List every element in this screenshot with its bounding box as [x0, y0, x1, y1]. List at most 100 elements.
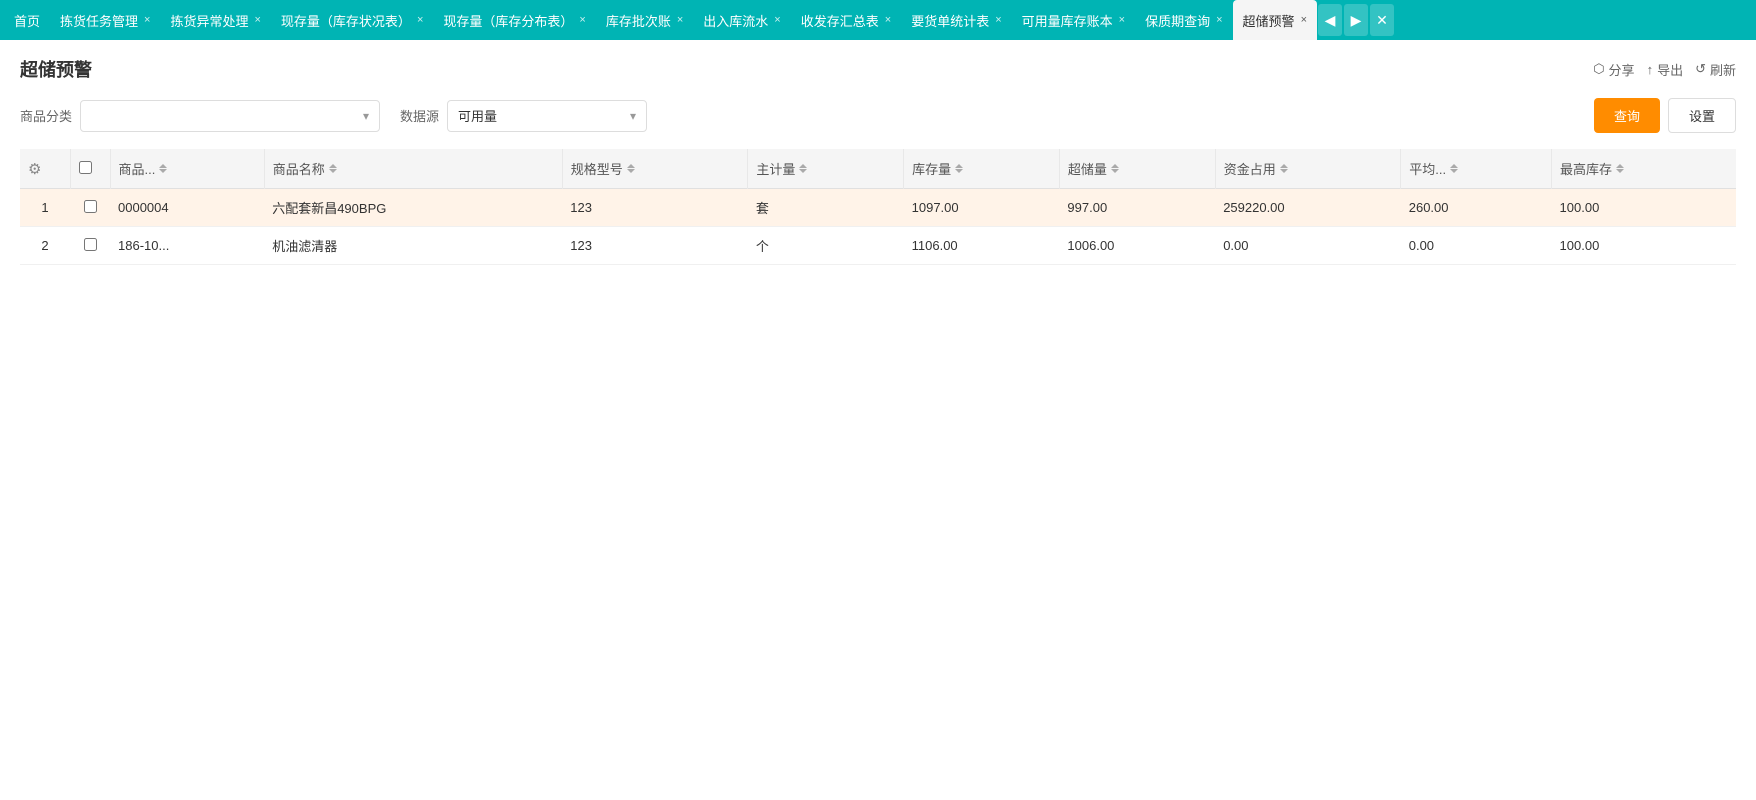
close-icon[interactable]: ×: [1119, 14, 1125, 26]
sort-icon: [955, 164, 963, 173]
page-title-row: 超储预警 ⬡ 分享 ↑ 导出 ↺ 刷新: [20, 56, 1736, 82]
close-icon[interactable]: ×: [677, 14, 683, 26]
close-icon[interactable]: ×: [417, 14, 423, 26]
nav-tab-label: 要货单统计表: [911, 11, 989, 30]
row-spec: 123: [562, 189, 748, 227]
row-name: 六配套新昌490BPG: [264, 189, 562, 227]
sort-icon: [1450, 164, 1458, 173]
export-button[interactable]: ↑ 导出: [1647, 60, 1684, 79]
close-icon[interactable]: ×: [254, 14, 260, 26]
row-max: 100.00: [1552, 227, 1736, 265]
th-name[interactable]: 商品名称: [264, 149, 562, 189]
page-title: 超储预警: [20, 56, 92, 82]
nav-tab-10[interactable]: 保质期查询 ×: [1135, 0, 1232, 40]
row-checkbox[interactable]: [84, 238, 97, 251]
query-button[interactable]: 查询: [1594, 98, 1660, 133]
nav-tab-1[interactable]: 拣货任务管理 ×: [50, 0, 160, 40]
datasource-label: 数据源: [400, 106, 439, 125]
nav-tab-label: 现存量（库存状况表）: [281, 11, 411, 30]
select-all-checkbox[interactable]: [79, 161, 92, 174]
close-icon[interactable]: ×: [144, 14, 150, 26]
refresh-button[interactable]: ↺ 刷新: [1695, 60, 1736, 79]
right-buttons: 查询 设置: [1594, 98, 1736, 133]
th-code[interactable]: 商品...: [110, 149, 264, 189]
nav-prev-button[interactable]: ◀: [1318, 4, 1342, 36]
nav-tab-3[interactable]: 现存量（库存状况表） ×: [271, 0, 433, 40]
nav-tab-8[interactable]: 要货单统计表 ×: [901, 0, 1011, 40]
close-icon[interactable]: ×: [995, 14, 1001, 26]
datasource-filter: 数据源 可用量 ▾: [400, 100, 647, 132]
nav-bar: 首页 拣货任务管理 × 拣货异常处理 × 现存量（库存状况表） × 现存量（库存…: [0, 0, 1756, 40]
row-checkbox-cell: [70, 189, 110, 227]
close-icon[interactable]: ×: [579, 14, 585, 26]
row-checkbox[interactable]: [84, 200, 97, 213]
row-checkbox-cell: [70, 227, 110, 265]
nav-next-button[interactable]: ▶: [1344, 4, 1368, 36]
th-max[interactable]: 最高库存: [1552, 149, 1736, 189]
export-icon: ↑: [1647, 62, 1654, 77]
th-capital[interactable]: 资金占用: [1215, 149, 1401, 189]
row-index: 2: [20, 227, 70, 265]
row-over: 997.00: [1059, 189, 1215, 227]
th-avg-label: 平均...: [1409, 159, 1446, 178]
th-checkbox: [70, 149, 110, 189]
close-icon[interactable]: ×: [885, 14, 891, 26]
th-name-label: 商品名称: [273, 159, 325, 178]
nav-tab-label: 现存量（库存分布表）: [443, 11, 573, 30]
nav-tab-5[interactable]: 库存批次账 ×: [596, 0, 693, 40]
chevron-down-icon: ▾: [630, 109, 636, 123]
category-select[interactable]: ▾: [80, 100, 380, 132]
nav-close-all-button[interactable]: ✕: [1370, 4, 1394, 36]
nav-tab-label: 出入库流水: [703, 11, 768, 30]
table-row: 1 0000004 六配套新昌490BPG 123 套 1097.00 997.…: [20, 189, 1736, 227]
nav-tab-4[interactable]: 现存量（库存分布表） ×: [433, 0, 595, 40]
nav-tab-2[interactable]: 拣货异常处理 ×: [160, 0, 270, 40]
th-over[interactable]: 超储量: [1059, 149, 1215, 189]
category-filter: 商品分类 ▾: [20, 100, 380, 132]
nav-tab-6[interactable]: 出入库流水 ×: [693, 0, 790, 40]
nav-tab-home[interactable]: 首页: [4, 0, 50, 40]
th-stock[interactable]: 库存量: [904, 149, 1060, 189]
refresh-icon: ↺: [1695, 61, 1706, 77]
row-code: 186-10...: [110, 227, 264, 265]
title-actions: ⬡ 分享 ↑ 导出 ↺ 刷新: [1593, 60, 1736, 79]
row-max: 100.00: [1552, 189, 1736, 227]
th-settings: ⚙: [20, 149, 70, 189]
datasource-select[interactable]: 可用量 ▾: [447, 100, 647, 132]
nav-tab-label: 库存批次账: [606, 11, 671, 30]
share-button[interactable]: ⬡ 分享: [1593, 60, 1634, 79]
th-code-label: 商品...: [119, 159, 156, 178]
nav-tab-label: 保质期查询: [1145, 11, 1210, 30]
close-icon[interactable]: ×: [1216, 14, 1222, 26]
table-header-row: ⚙ 商品... 商品名称: [20, 149, 1736, 189]
nav-tab-label: 拣货异常处理: [170, 11, 248, 30]
row-capital: 259220.00: [1215, 189, 1401, 227]
close-icon[interactable]: ×: [1301, 14, 1307, 26]
data-table: ⚙ 商品... 商品名称: [20, 149, 1736, 265]
nav-tab-label: 超储预警: [1243, 11, 1295, 30]
nav-tab-label: 可用量库存账本: [1022, 11, 1113, 30]
row-over: 1006.00: [1059, 227, 1215, 265]
row-name: 机油滤清器: [264, 227, 562, 265]
filter-area: 商品分类 ▾ 数据源 可用量 ▾ 查询 设置: [20, 98, 1736, 133]
chevron-down-icon: ▾: [363, 109, 369, 123]
sort-icon: [329, 164, 337, 173]
nav-tab-7[interactable]: 收发存汇总表 ×: [791, 0, 901, 40]
sort-icon: [1111, 164, 1119, 173]
row-stock: 1097.00: [904, 189, 1060, 227]
main-area: 超储预警 ⬡ 分享 ↑ 导出 ↺ 刷新 商品分类 ▾: [0, 40, 1756, 800]
row-index: 1: [20, 189, 70, 227]
category-label: 商品分类: [20, 106, 72, 125]
datasource-value: 可用量: [458, 106, 497, 125]
th-spec[interactable]: 规格型号: [562, 149, 748, 189]
nav-tab-active[interactable]: 超储预警 ×: [1233, 0, 1317, 40]
th-avg[interactable]: 平均...: [1401, 149, 1552, 189]
gear-icon[interactable]: ⚙: [28, 161, 41, 178]
th-capital-label: 资金占用: [1224, 159, 1276, 178]
nav-tab-9[interactable]: 可用量库存账本 ×: [1012, 0, 1135, 40]
nav-tab-label: 首页: [14, 11, 40, 30]
th-unit[interactable]: 主计量: [748, 149, 904, 189]
setting-button[interactable]: 设置: [1668, 98, 1736, 133]
close-icon[interactable]: ×: [774, 14, 780, 26]
nav-tab-label: 收发存汇总表: [801, 11, 879, 30]
